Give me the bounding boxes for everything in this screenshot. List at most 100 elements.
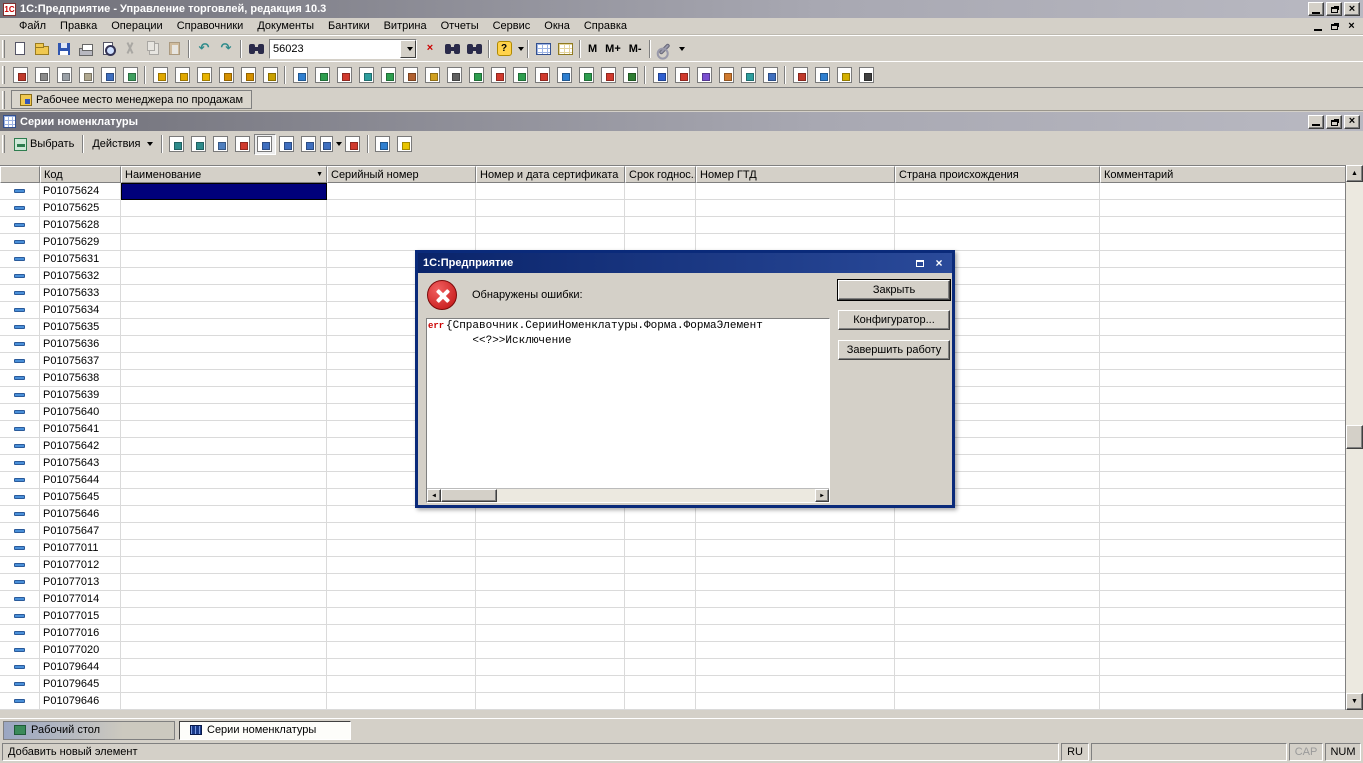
cell-code[interactable]: P01075640 (40, 404, 121, 421)
filter-by-value-icon[interactable] (298, 134, 320, 155)
cell-code[interactable]: P01075636 (40, 336, 121, 353)
child-restore-button[interactable] (1326, 114, 1342, 129)
table-row[interactable]: P01075628 (0, 217, 1345, 234)
cell-code[interactable]: P01075643 (40, 455, 121, 472)
cell-name[interactable] (121, 421, 327, 438)
cell-name[interactable] (121, 676, 327, 693)
child-close-button[interactable] (1344, 114, 1360, 129)
cell-comment[interactable] (1100, 200, 1345, 217)
find-next-icon[interactable] (441, 38, 463, 59)
cell-expiry[interactable] (625, 234, 696, 251)
clear-search-icon[interactable] (419, 38, 441, 59)
dialog-titlebar[interactable]: 1С:Предприятие (418, 253, 952, 273)
cell-code[interactable]: P01079646 (40, 693, 121, 710)
cell-cert[interactable] (476, 693, 625, 710)
cell-code[interactable]: P01075639 (40, 387, 121, 404)
incoming-doc-icon[interactable] (289, 64, 311, 85)
cell-country[interactable] (895, 676, 1100, 693)
cell-comment[interactable] (1100, 574, 1345, 591)
cell-comment[interactable] (1100, 268, 1345, 285)
memory-recall-button[interactable]: М (584, 38, 601, 59)
cell-serial[interactable] (327, 217, 476, 234)
cell-comment[interactable] (1100, 642, 1345, 659)
memory-subtract-button[interactable]: М- (625, 38, 646, 59)
delete-mark-icon[interactable] (232, 134, 254, 155)
cell-comment[interactable] (1100, 676, 1345, 693)
cell-cert[interactable] (476, 217, 625, 234)
sale-cart-icon[interactable] (671, 64, 693, 85)
cell-name[interactable] (121, 319, 327, 336)
cell-comment[interactable] (1100, 319, 1345, 336)
cash-in-icon[interactable] (149, 64, 171, 85)
cell-country[interactable] (895, 234, 1100, 251)
cell-gtd[interactable] (696, 217, 895, 234)
cell-name[interactable] (121, 608, 327, 625)
cell-expiry[interactable] (625, 608, 696, 625)
cell-serial[interactable] (327, 540, 476, 557)
exchange-icon[interactable] (789, 64, 811, 85)
edit-table-icon[interactable] (119, 64, 141, 85)
cell-name[interactable] (121, 370, 327, 387)
cut-icon[interactable] (119, 38, 141, 59)
table-row[interactable]: P01075646 (0, 506, 1345, 523)
cell-code[interactable]: P01077011 (40, 540, 121, 557)
payment-out-icon[interactable] (237, 64, 259, 85)
configurator-button[interactable]: Конфигуратор... (838, 310, 950, 330)
wrench-icon[interactable] (654, 38, 676, 59)
help-dropdown-icon[interactable] (518, 46, 524, 51)
cell-expiry[interactable] (625, 676, 696, 693)
cell-country[interactable] (895, 540, 1100, 557)
cell-cert[interactable] (476, 234, 625, 251)
cell-cert[interactable] (476, 183, 625, 200)
scroll-right-button[interactable]: ▶ (815, 489, 829, 502)
cell-cert[interactable] (476, 659, 625, 676)
move-to-group-icon[interactable] (210, 134, 232, 155)
cell-country[interactable] (895, 659, 1100, 676)
cell-country[interactable] (895, 693, 1100, 710)
cell-code[interactable]: P01075641 (40, 421, 121, 438)
cell-gtd[interactable] (696, 183, 895, 200)
cell-code[interactable]: P01077016 (40, 625, 121, 642)
cell-code[interactable]: P01075628 (40, 217, 121, 234)
cell-cert[interactable] (476, 200, 625, 217)
cell-code[interactable]: P01075642 (40, 438, 121, 455)
paste-icon[interactable] (163, 38, 185, 59)
cell-name[interactable] (121, 659, 327, 676)
cell-code[interactable]: P01075644 (40, 472, 121, 489)
cell-comment[interactable] (1100, 234, 1345, 251)
table-row[interactable]: P01077016 (0, 625, 1345, 642)
cash-out-icon[interactable] (171, 64, 193, 85)
cell-code[interactable]: P01075635 (40, 319, 121, 336)
cell-expiry[interactable] (625, 183, 696, 200)
cell-comment[interactable] (1100, 489, 1345, 506)
cell-cert[interactable] (476, 557, 625, 574)
mdi-restore-button[interactable] (1327, 20, 1342, 33)
table-row[interactable]: P01079646 (0, 693, 1345, 710)
table-row[interactable]: P01077014 (0, 591, 1345, 608)
cell-name[interactable] (121, 472, 327, 489)
cell-country[interactable] (895, 642, 1100, 659)
cell-serial[interactable] (327, 659, 476, 676)
cell-code[interactable]: P01075647 (40, 523, 121, 540)
cell-comment[interactable] (1100, 353, 1345, 370)
clear-filter-icon[interactable] (342, 134, 364, 155)
scrollbar-thumb[interactable] (1346, 425, 1363, 449)
cell-comment[interactable] (1100, 591, 1345, 608)
vertical-scrollbar[interactable]: ▲ ▼ (1345, 165, 1363, 710)
menu-item[interactable]: Справочники (170, 19, 251, 33)
cell-comment[interactable] (1100, 506, 1345, 523)
cell-name[interactable] (121, 302, 327, 319)
cell-serial[interactable] (327, 200, 476, 217)
cell-expiry[interactable] (625, 574, 696, 591)
sync-icon[interactable] (811, 64, 833, 85)
cell-gtd[interactable] (696, 625, 895, 642)
table-row[interactable]: P01077020 (0, 642, 1345, 659)
cell-cert[interactable] (476, 676, 625, 693)
doc-t-icon[interactable] (443, 64, 465, 85)
actions-button[interactable]: Действия (87, 134, 157, 155)
tab-series[interactable]: Серии номенклатуры (179, 720, 351, 740)
copy-icon[interactable] (141, 38, 163, 59)
error-text-area[interactable]: err {Справочник.СерииНоменклатуры.Форма.Ф… (426, 318, 830, 503)
cell-gtd[interactable] (696, 642, 895, 659)
cell-name[interactable] (121, 404, 327, 421)
